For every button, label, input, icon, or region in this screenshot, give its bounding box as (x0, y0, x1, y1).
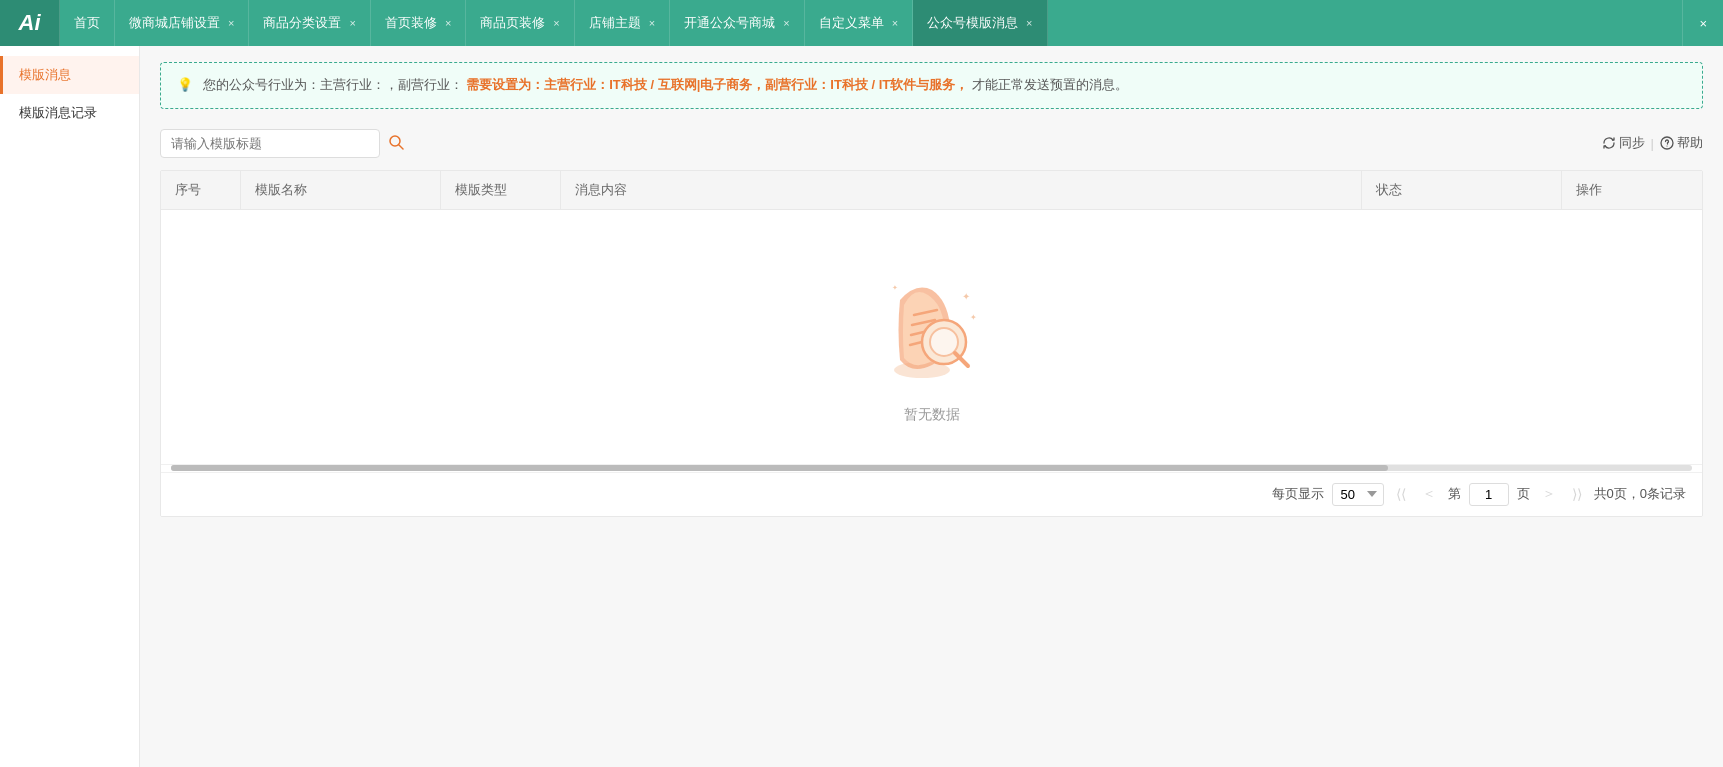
nav-tab-micro-store[interactable]: 微商城店铺设置 × (115, 0, 249, 46)
close-icon[interactable]: × (228, 17, 234, 29)
page-size-select[interactable]: 50 10 20 100 (1332, 483, 1384, 506)
sidebar: 模版消息 模版消息记录 (0, 46, 140, 767)
banner-highlight: 需要设置为：主营行业：IT科技 / 互联网|电子商务，副营行业：IT科技 / I… (466, 77, 968, 92)
search-bar: 同步 | 帮助 (160, 129, 1703, 158)
nav-tab-store-theme[interactable]: 店铺主题 × (575, 0, 670, 46)
sync-label: 同步 (1619, 134, 1645, 152)
nav-tab-category[interactable]: 商品分类设置 × (249, 0, 370, 46)
data-table: 序号 模版名称 模版类型 消息内容 状态 操作 (160, 170, 1703, 517)
nav-tab-custom-menu[interactable]: 自定义菜单 × (805, 0, 913, 46)
col-index: 序号 (161, 171, 241, 209)
search-right: 同步 | 帮助 (1602, 134, 1703, 152)
nav-tab-template-msg[interactable]: 公众号模版消息 × (913, 0, 1047, 46)
total-text: 共0页，0条记录 (1594, 485, 1686, 503)
sidebar-item-template-records[interactable]: 模版消息记录 (0, 94, 139, 132)
nav-tab-product-decor[interactable]: 商品页装修 × (466, 0, 574, 46)
close-icon[interactable]: × (553, 17, 559, 29)
page-number-input[interactable] (1469, 483, 1509, 506)
close-icon[interactable]: × (349, 17, 355, 29)
help-button[interactable]: 帮助 (1660, 134, 1703, 152)
help-icon (1660, 136, 1674, 150)
sync-icon (1602, 136, 1616, 150)
close-icon[interactable]: × (1026, 17, 1032, 29)
horizontal-scrollbar[interactable] (161, 464, 1702, 472)
content-area: 💡 您的公众号行业为：主营行业：，副营行业： 需要设置为：主营行业：IT科技 /… (140, 46, 1723, 767)
col-type: 模版类型 (441, 171, 561, 209)
page-size-label: 每页显示 (1272, 485, 1324, 503)
divider: | (1651, 136, 1654, 151)
first-page-button[interactable]: ⟨⟨ (1392, 484, 1410, 504)
nav-tab-home[interactable]: 首页 (60, 0, 115, 46)
help-label: 帮助 (1677, 134, 1703, 152)
col-name: 模版名称 (241, 171, 441, 209)
col-status: 状态 (1362, 171, 1562, 209)
sync-button[interactable]: 同步 (1602, 134, 1645, 152)
col-action: 操作 (1562, 171, 1702, 209)
empty-text: 暂无数据 (904, 406, 960, 424)
close-all-tabs-button[interactable]: × (1682, 0, 1723, 46)
scrollbar-thumb (171, 465, 1388, 471)
last-page-button[interactable]: ⟩⟩ (1568, 484, 1586, 504)
search-left (160, 129, 404, 158)
bulb-icon: 💡 (177, 77, 193, 92)
banner-prefix: 您的公众号行业为：主营行业：，副营行业： (203, 77, 463, 92)
info-banner: 💡 您的公众号行业为：主营行业：，副营行业： 需要设置为：主营行业：IT科技 /… (160, 62, 1703, 109)
next-page-button[interactable]: ＞ (1538, 483, 1560, 505)
close-icon[interactable]: × (445, 17, 451, 29)
app-logo: Ai (0, 0, 60, 46)
svg-text:✦: ✦ (892, 284, 898, 291)
scrollbar-track (171, 465, 1692, 471)
close-icon[interactable]: × (892, 17, 898, 29)
page-unit: 页 (1517, 485, 1530, 503)
close-icon[interactable]: × (649, 17, 655, 29)
top-nav-bar: Ai 首页 微商城店铺设置 × 商品分类设置 × 首页装修 × 商品页装修 × … (0, 0, 1723, 46)
col-content: 消息内容 (561, 171, 1362, 209)
prev-page-button[interactable]: ＜ (1418, 483, 1440, 505)
nav-tab-open-mall[interactable]: 开通公众号商城 × (670, 0, 804, 46)
svg-text:✦: ✦ (970, 313, 977, 322)
svg-point-3 (1666, 146, 1667, 147)
table-header: 序号 模版名称 模版类型 消息内容 状态 操作 (161, 171, 1702, 210)
banner-suffix: 才能正常发送预置的消息。 (972, 77, 1128, 92)
search-input[interactable] (160, 129, 380, 158)
empty-illustration: ✦ ✦ ✦ (872, 270, 992, 390)
empty-state: ✦ ✦ ✦ 暂无数据 (161, 210, 1702, 464)
close-icon[interactable]: × (783, 17, 789, 29)
sidebar-item-template-message[interactable]: 模版消息 (0, 56, 139, 94)
page-prefix: 第 (1448, 485, 1461, 503)
nav-tab-home-decor[interactable]: 首页装修 × (371, 0, 466, 46)
pagination: 每页显示 50 10 20 100 ⟨⟨ ＜ 第 页 ＞ ⟩⟩ 共0页，0条记录 (161, 472, 1702, 516)
search-icon (388, 134, 404, 150)
svg-text:✦: ✦ (962, 291, 970, 302)
search-button[interactable] (388, 134, 404, 153)
svg-line-1 (399, 145, 403, 149)
main-layout: 模版消息 模版消息记录 💡 您的公众号行业为：主营行业：，副营行业： 需要设置为… (0, 46, 1723, 767)
